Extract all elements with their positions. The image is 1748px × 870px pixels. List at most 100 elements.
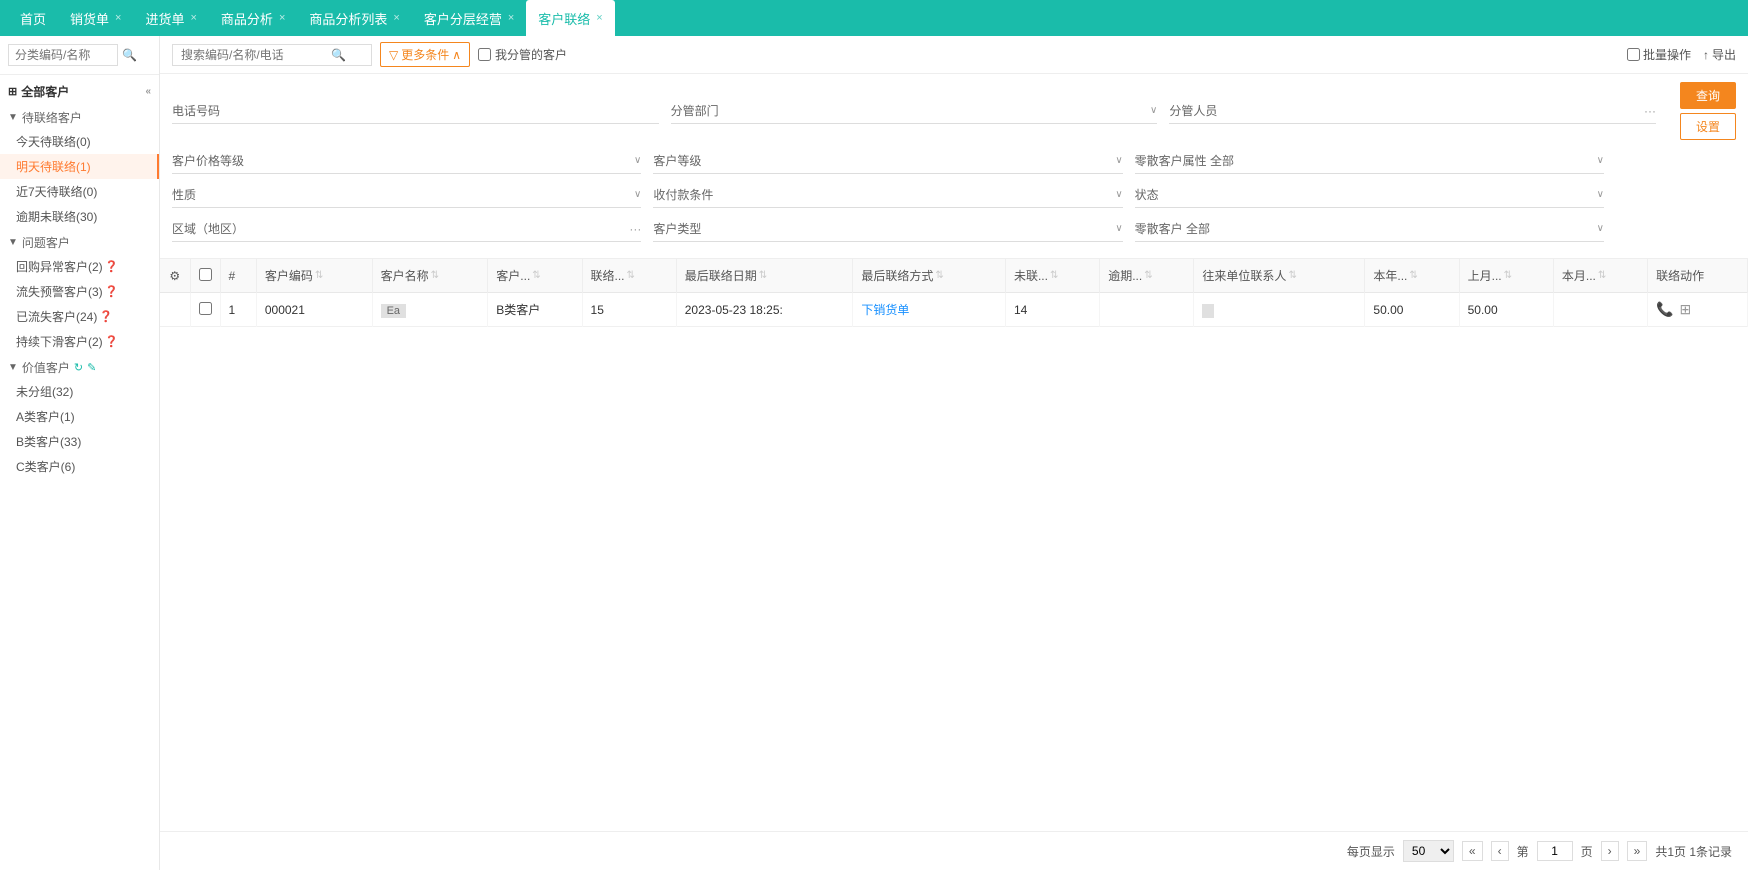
sidebar-item-repurchase-abnormal[interactable]: 回购异常客户(2) ❓	[0, 254, 159, 279]
close-customer-stratification-icon[interactable]: ×	[508, 12, 514, 24]
col-overdue: 逾期... ⇅	[1100, 259, 1194, 293]
more-action-icon[interactable]: ⊞	[1680, 301, 1692, 318]
sort-type-icon[interactable]: ⇅	[532, 270, 540, 281]
filter-region: 区域（地区） ···	[172, 216, 641, 242]
filter-nature: 性质 ∨	[172, 182, 641, 208]
sort-code-icon[interactable]: ⇅	[315, 270, 323, 281]
sort-this-month-icon[interactable]: ⇅	[1598, 270, 1606, 281]
close-product-analysis-icon[interactable]: ×	[279, 12, 285, 24]
nav-customer-stratification[interactable]: 客户分层经营 ×	[412, 0, 526, 36]
row-name: Ea	[372, 293, 488, 327]
select-all-checkbox[interactable]	[199, 268, 212, 281]
filter-customer-type-select[interactable]: ∨	[721, 223, 1122, 234]
sort-not-contacted-icon[interactable]: ⇅	[1050, 270, 1058, 281]
nav-home[interactable]: 首页	[8, 0, 58, 36]
chevron-down-department-icon: ∨	[1150, 105, 1157, 116]
dots-region-icon[interactable]: ···	[629, 222, 641, 236]
page-size-select[interactable]: 50 100	[1403, 840, 1454, 862]
gear-icon[interactable]: ⚙	[169, 269, 180, 283]
filter-nature-select[interactable]: ∨	[240, 189, 641, 200]
filter-customer-level-select[interactable]: ∨	[721, 155, 1122, 166]
filter-nature-label: 性质	[172, 186, 232, 203]
filter-price-level-select[interactable]: ∨	[252, 155, 641, 166]
sort-method-icon[interactable]: ⇅	[935, 270, 943, 281]
row-checkbox[interactable]	[199, 302, 212, 315]
search-input[interactable]	[181, 48, 331, 62]
filter-department-select[interactable]: ∨	[739, 105, 1158, 116]
close-purchase-order-icon[interactable]: ×	[190, 12, 196, 24]
my-customers-checkbox-area: 我分管的客户	[478, 46, 567, 63]
group-problem-customers[interactable]: ▼ 问题客户	[0, 229, 159, 254]
filter-department: 分管部门 ∨	[671, 98, 1158, 124]
export-button[interactable]: ↑ 导出	[1703, 46, 1736, 63]
refresh-value-icon[interactable]: ↻	[74, 361, 83, 374]
nav-product-analysis[interactable]: 商品分析 ×	[209, 0, 297, 36]
action-icons-container: 📞 ⊞	[1656, 301, 1739, 318]
query-button[interactable]: 查询	[1680, 82, 1736, 109]
dots-person-icon[interactable]: ···	[1644, 104, 1656, 118]
group-pending-contact[interactable]: ▼ 待联络客户	[0, 104, 159, 129]
nav-sales-order[interactable]: 销货单 ×	[58, 0, 133, 36]
filter-panel: 电话号码 分管部门 ∨ 分管人员 ···	[160, 74, 1748, 259]
sidebar-item-tomorrow-contact[interactable]: 明天待联络(1)	[0, 154, 159, 179]
close-customer-contact-icon[interactable]: ×	[596, 12, 602, 24]
first-page-button[interactable]: «	[1462, 841, 1483, 861]
sidebar-item-churn-warning[interactable]: 流失预警客户(3) ❓	[0, 279, 159, 304]
sort-this-year-icon[interactable]: ⇅	[1409, 270, 1417, 281]
sort-contacts-icon[interactable]: ⇅	[627, 270, 635, 281]
last-page-button[interactable]: »	[1627, 841, 1648, 861]
pagination: 每页显示 50 100 « ‹ 第 页 › » 共1页 1条记录	[160, 831, 1748, 870]
sidebar-item-today-contact[interactable]: 今天待联络(0)	[0, 129, 159, 154]
sort-name-icon[interactable]: ⇅	[431, 270, 439, 281]
sidebar-item-class-b[interactable]: B类客户(33)	[0, 429, 159, 454]
filter-payment-select[interactable]: ∨	[721, 189, 1122, 200]
last-contact-method-link[interactable]: 下销货单	[861, 303, 909, 317]
page-number-input[interactable]	[1537, 841, 1573, 861]
filter-person-label: 分管人员	[1169, 102, 1229, 119]
sidebar-item-declining[interactable]: 持续下滑客户(2) ❓	[0, 329, 159, 354]
collapse-sidebar-icon[interactable]: «	[145, 86, 151, 97]
sort-last-month-icon[interactable]: ⇅	[1504, 270, 1512, 281]
sort-overdue-icon[interactable]: ⇅	[1144, 270, 1152, 281]
sidebar-search-input[interactable]	[8, 44, 118, 66]
filter-status-select[interactable]: ∨	[1203, 189, 1604, 200]
sort-unit-contacts-icon[interactable]: ⇅	[1288, 270, 1296, 281]
sidebar-item-class-c[interactable]: C类客户(6)	[0, 454, 159, 479]
phone-action-icon[interactable]: 📞	[1656, 301, 1673, 318]
filter-region-select[interactable]: ···	[252, 222, 641, 236]
col-gear[interactable]: ⚙	[160, 259, 190, 293]
more-conditions-button[interactable]: ▽ 更多条件 ∧	[380, 42, 470, 67]
arrow-down-icon: ▼	[8, 112, 18, 123]
filter-retail-customer-select[interactable]: ∨	[1218, 223, 1604, 234]
my-customers-checkbox[interactable]	[478, 48, 491, 61]
sidebar-item-overdue-contact[interactable]: 逾期未联络(30)	[0, 204, 159, 229]
sidebar-item-class-a[interactable]: A类客户(1)	[0, 404, 159, 429]
filter-retail-attr-select[interactable]: ∨	[1242, 155, 1604, 166]
filter-phone-input[interactable]	[240, 104, 659, 118]
sidebar-search-icon[interactable]: 🔍	[122, 48, 137, 62]
sidebar-item-churned[interactable]: 已流失客户(24) ❓	[0, 304, 159, 329]
nav-product-analysis-list[interactable]: 商品分析列表 ×	[297, 0, 411, 36]
table-row: 1 000021 Ea B类客户 15 2023-05-23 18:25: 下销…	[160, 293, 1748, 327]
group-value-customers[interactable]: ▼ 价值客户 ↻ ✎	[0, 354, 159, 379]
sidebar-item-7days-contact[interactable]: 近7天待联络(0)	[0, 179, 159, 204]
row-checkbox-cell	[190, 293, 220, 327]
col-action: 联络动作	[1648, 259, 1748, 293]
sort-date-icon[interactable]: ⇅	[759, 270, 767, 281]
batch-op-checkbox[interactable]	[1627, 48, 1640, 61]
toolbar-search: 🔍	[172, 44, 372, 66]
search-button[interactable]: 🔍	[331, 48, 346, 62]
batch-operation-button[interactable]: 批量操作	[1627, 46, 1691, 63]
close-product-analysis-list-icon[interactable]: ×	[393, 12, 399, 24]
close-sales-order-icon[interactable]: ×	[115, 12, 121, 24]
next-page-button[interactable]: ›	[1601, 841, 1619, 861]
nav-purchase-order[interactable]: 进货单 ×	[133, 0, 208, 36]
nav-customer-contact[interactable]: 客户联络 ×	[526, 0, 614, 36]
filter-person-select[interactable]: ···	[1237, 104, 1656, 118]
prev-page-button[interactable]: ‹	[1491, 841, 1509, 861]
row-this-year: 50.00	[1365, 293, 1459, 327]
sidebar-item-ungrouped[interactable]: 未分组(32)	[0, 379, 159, 404]
edit-value-icon[interactable]: ✎	[87, 361, 96, 374]
setting-button[interactable]: 设置	[1680, 113, 1736, 140]
col-checkbox	[190, 259, 220, 293]
